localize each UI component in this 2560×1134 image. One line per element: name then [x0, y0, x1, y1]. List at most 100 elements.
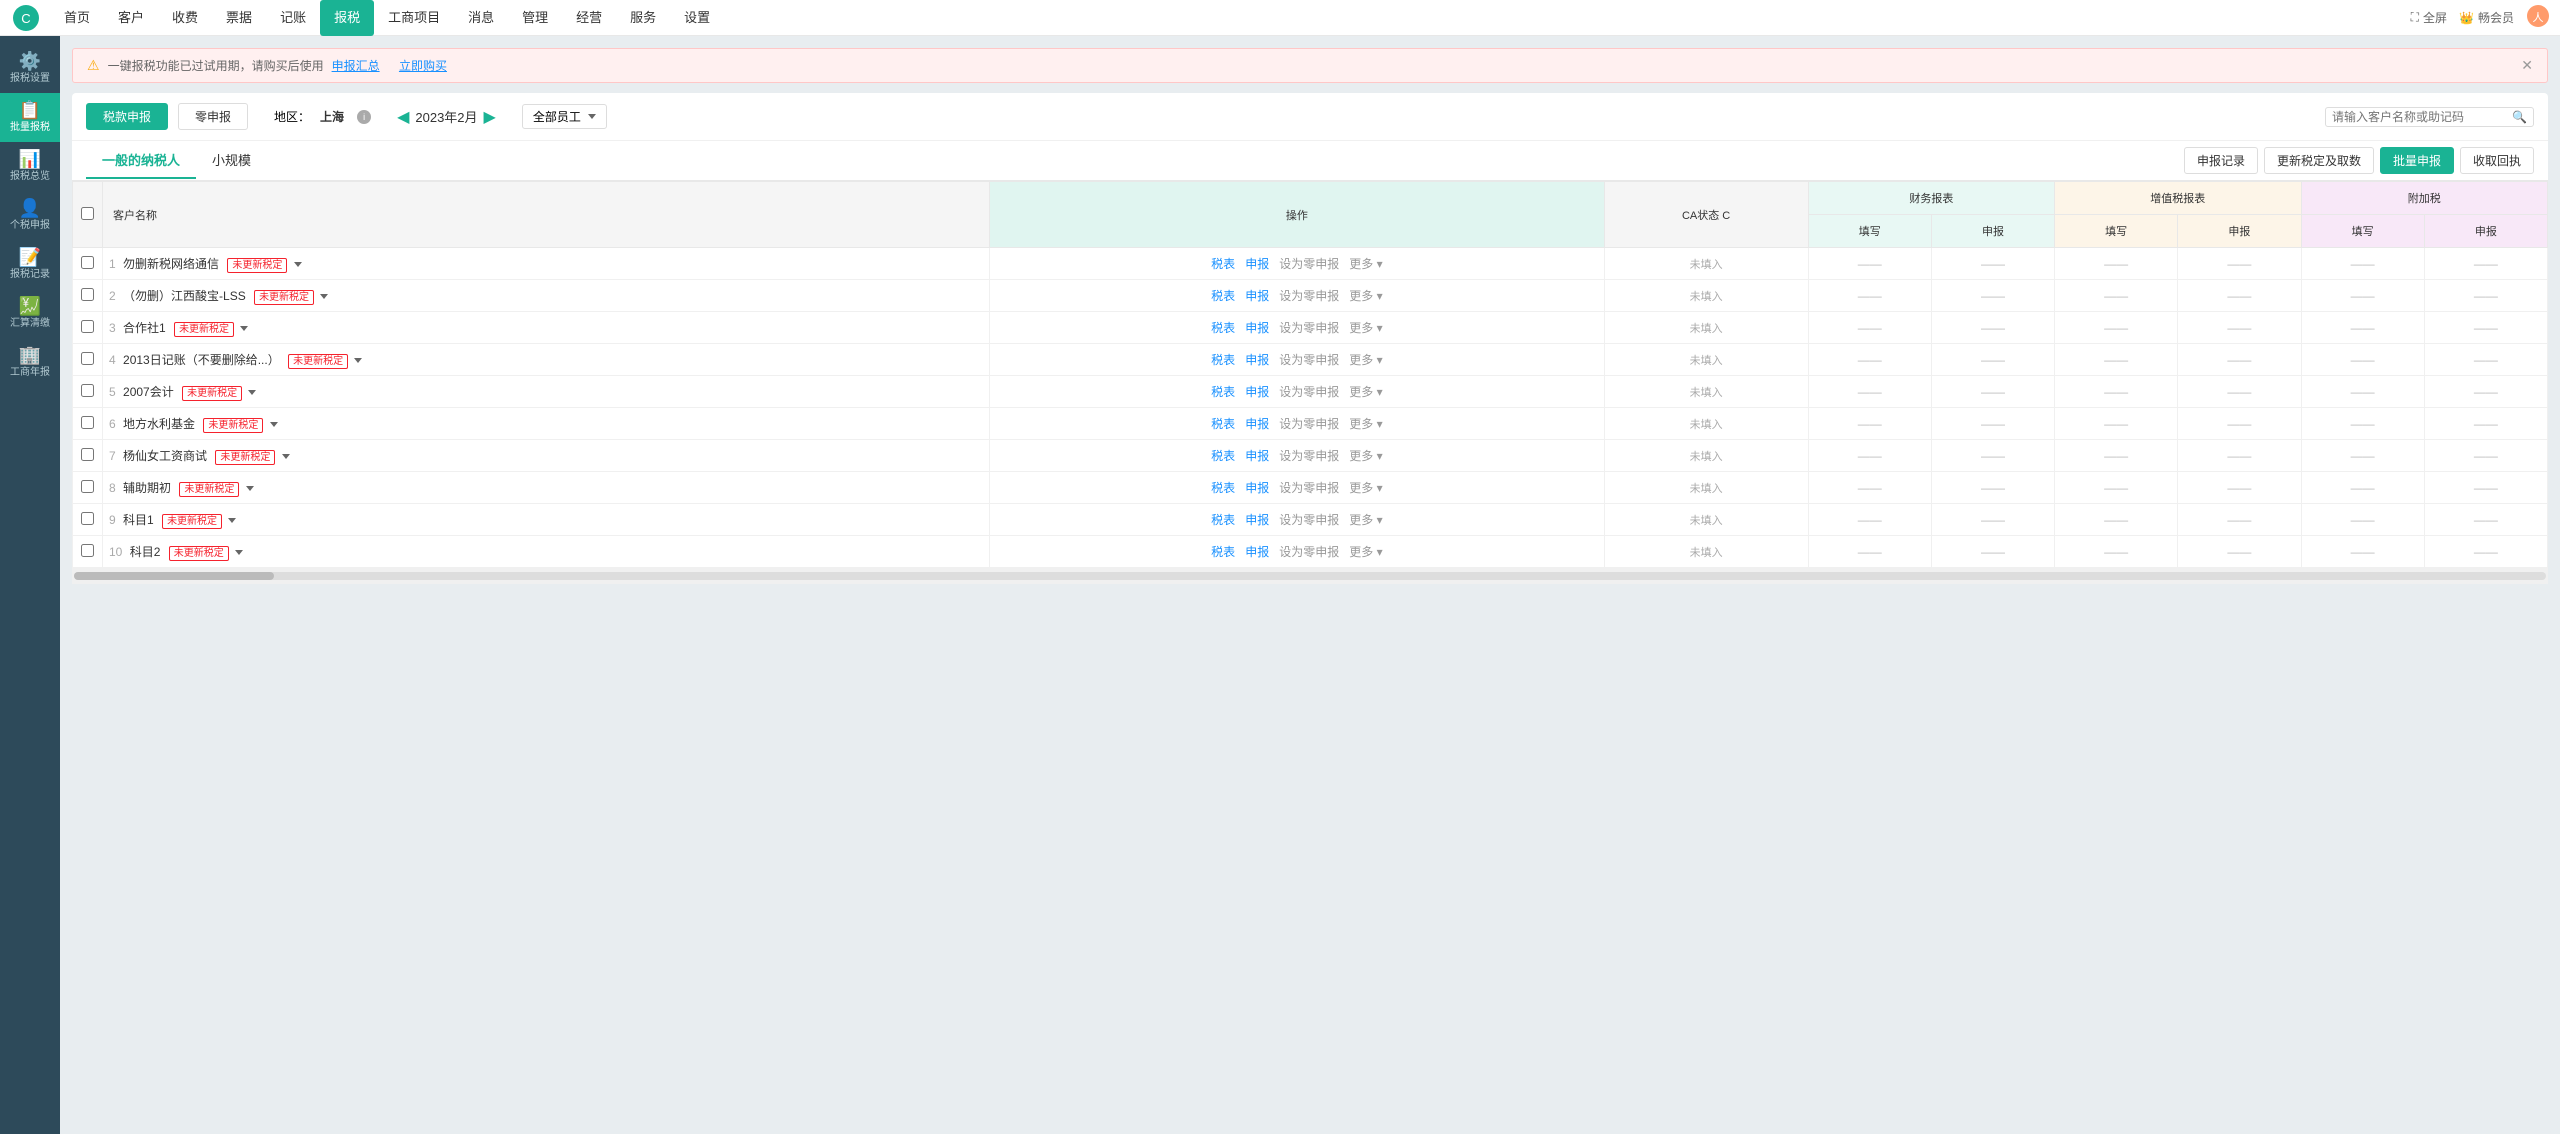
row-tag-8[interactable]: 未更新税定: [162, 514, 222, 529]
sidebar-item-tax-overview[interactable]: 📊 报税总览: [0, 142, 60, 191]
row-op-more-2[interactable]: 更多 ▾: [1349, 321, 1382, 335]
row-op-declare-4[interactable]: 申报: [1245, 385, 1269, 399]
row-op-more-1[interactable]: 更多 ▾: [1349, 289, 1382, 303]
row-op-taxform-8[interactable]: 税表: [1211, 513, 1235, 527]
nav-accounting[interactable]: 记账: [266, 0, 320, 36]
nav-business[interactable]: 工商项目: [374, 0, 454, 36]
row-op-declare-7[interactable]: 申报: [1245, 481, 1269, 495]
row-op-setzero-4[interactable]: 设为零申报: [1279, 385, 1339, 399]
row-op-declare-1[interactable]: 申报: [1245, 289, 1269, 303]
row-op-setzero-8[interactable]: 设为零申报: [1279, 513, 1339, 527]
sidebar-item-settlement[interactable]: 💹 汇算清缴: [0, 289, 60, 338]
search-input[interactable]: [2332, 110, 2512, 124]
nav-settings[interactable]: 设置: [670, 0, 724, 36]
row-op-more-9[interactable]: 更多 ▾: [1349, 545, 1382, 559]
subtab-small[interactable]: 小规模: [196, 142, 267, 179]
row-op-taxform-3[interactable]: 税表: [1211, 353, 1235, 367]
row-select-6[interactable]: [81, 448, 94, 461]
row-op-more-7[interactable]: 更多 ▾: [1349, 481, 1382, 495]
row-op-setzero-9[interactable]: 设为零申报: [1279, 545, 1339, 559]
row-op-taxform-9[interactable]: 税表: [1211, 545, 1235, 559]
nav-customer[interactable]: 客户: [104, 0, 158, 36]
date-prev-btn[interactable]: ◀: [397, 107, 409, 127]
date-next-btn[interactable]: ▶: [484, 107, 496, 127]
nav-billing[interactable]: 收费: [158, 0, 212, 36]
sidebar-item-annual-report[interactable]: 🏢 工商年报: [0, 338, 60, 387]
row-op-declare-5[interactable]: 申报: [1245, 417, 1269, 431]
row-tag-4[interactable]: 未更新税定: [182, 386, 242, 401]
row-tag-0[interactable]: 未更新税定: [227, 258, 287, 273]
row-tag-1[interactable]: 未更新税定: [254, 290, 314, 305]
row-op-taxform-0[interactable]: 税表: [1211, 257, 1235, 271]
row-op-taxform-1[interactable]: 税表: [1211, 289, 1235, 303]
row-op-taxform-6[interactable]: 税表: [1211, 449, 1235, 463]
row-op-declare-6[interactable]: 申报: [1245, 449, 1269, 463]
row-tag-5[interactable]: 未更新税定: [203, 418, 263, 433]
region-info-icon[interactable]: i: [357, 110, 371, 124]
employee-select[interactable]: 全部员工: [522, 104, 607, 129]
sidebar-item-tax-record[interactable]: 📝 报税记录: [0, 240, 60, 289]
row-select-2[interactable]: [81, 320, 94, 333]
row-tag-3[interactable]: 未更新税定: [288, 354, 348, 369]
row-select-4[interactable]: [81, 384, 94, 397]
nav-operation[interactable]: 经营: [562, 0, 616, 36]
row-tag-6[interactable]: 未更新税定: [215, 450, 275, 465]
scroll-thumb[interactable]: [74, 572, 274, 580]
sidebar-item-personal-tax[interactable]: 👤 个税申报: [0, 191, 60, 240]
row-op-more-6[interactable]: 更多 ▾: [1349, 449, 1382, 463]
update-tax-btn[interactable]: 更新税定及取数: [2264, 147, 2374, 174]
row-select-1[interactable]: [81, 288, 94, 301]
row-op-more-5[interactable]: 更多 ▾: [1349, 417, 1382, 431]
nav-invoice[interactable]: 票据: [212, 0, 266, 36]
row-op-setzero-2[interactable]: 设为零申报: [1279, 321, 1339, 335]
row-op-declare-2[interactable]: 申报: [1245, 321, 1269, 335]
row-op-setzero-7[interactable]: 设为零申报: [1279, 481, 1339, 495]
select-all-checkbox[interactable]: [81, 207, 94, 220]
vip-btn[interactable]: 👑 畅会员: [2459, 9, 2514, 26]
row-select-8[interactable]: [81, 512, 94, 525]
row-tag-7[interactable]: 未更新税定: [179, 482, 239, 497]
notice-link-summary[interactable]: 申报汇总: [332, 57, 380, 74]
nav-service[interactable]: 服务: [616, 0, 670, 36]
row-op-setzero-0[interactable]: 设为零申报: [1279, 257, 1339, 271]
nav-home[interactable]: 首页: [50, 0, 104, 36]
fullscreen-btn[interactable]: ⛶ 全屏: [2411, 9, 2447, 26]
row-select-7[interactable]: [81, 480, 94, 493]
row-op-taxform-7[interactable]: 税表: [1211, 481, 1235, 495]
row-select-0[interactable]: [81, 256, 94, 269]
row-select-3[interactable]: [81, 352, 94, 365]
row-op-setzero-5[interactable]: 设为零申报: [1279, 417, 1339, 431]
row-op-taxform-2[interactable]: 税表: [1211, 321, 1235, 335]
nav-manage[interactable]: 管理: [508, 0, 562, 36]
row-op-taxform-4[interactable]: 税表: [1211, 385, 1235, 399]
row-op-setzero-3[interactable]: 设为零申报: [1279, 353, 1339, 367]
tab-tax-declare[interactable]: 税款申报: [86, 103, 168, 130]
row-op-more-0[interactable]: 更多 ▾: [1349, 257, 1382, 271]
row-tag-9[interactable]: 未更新税定: [169, 546, 229, 561]
user-avatar[interactable]: 人: [2526, 4, 2550, 31]
row-select-5[interactable]: [81, 416, 94, 429]
nav-message[interactable]: 消息: [454, 0, 508, 36]
sidebar-item-tax-settings[interactable]: ⚙️ 报税设置: [0, 44, 60, 93]
row-select-9[interactable]: [81, 544, 94, 557]
row-op-declare-0[interactable]: 申报: [1245, 257, 1269, 271]
row-op-setzero-6[interactable]: 设为零申报: [1279, 449, 1339, 463]
row-op-more-8[interactable]: 更多 ▾: [1349, 513, 1382, 527]
declare-record-btn[interactable]: 申报记录: [2184, 147, 2258, 174]
row-op-setzero-1[interactable]: 设为零申报: [1279, 289, 1339, 303]
row-op-declare-8[interactable]: 申报: [1245, 513, 1269, 527]
row-op-declare-3[interactable]: 申报: [1245, 353, 1269, 367]
sidebar-item-batch-tax[interactable]: 📋 批量报税: [0, 93, 60, 142]
notice-link-buy[interactable]: 立即购买: [399, 57, 447, 74]
nav-tax[interactable]: 报税: [320, 0, 374, 36]
tab-zero-declare[interactable]: 零申报: [178, 103, 248, 130]
row-tag-2[interactable]: 未更新税定: [174, 322, 234, 337]
search-icon[interactable]: 🔍: [2512, 110, 2527, 124]
batch-declare-btn[interactable]: 批量申报: [2380, 147, 2454, 174]
row-op-more-4[interactable]: 更多 ▾: [1349, 385, 1382, 399]
collect-receipt-btn[interactable]: 收取回执: [2460, 147, 2534, 174]
subtab-general[interactable]: 一般的纳税人: [86, 142, 196, 179]
row-op-declare-9[interactable]: 申报: [1245, 545, 1269, 559]
row-op-taxform-5[interactable]: 税表: [1211, 417, 1235, 431]
notice-close-btn[interactable]: ✕: [2521, 57, 2533, 74]
